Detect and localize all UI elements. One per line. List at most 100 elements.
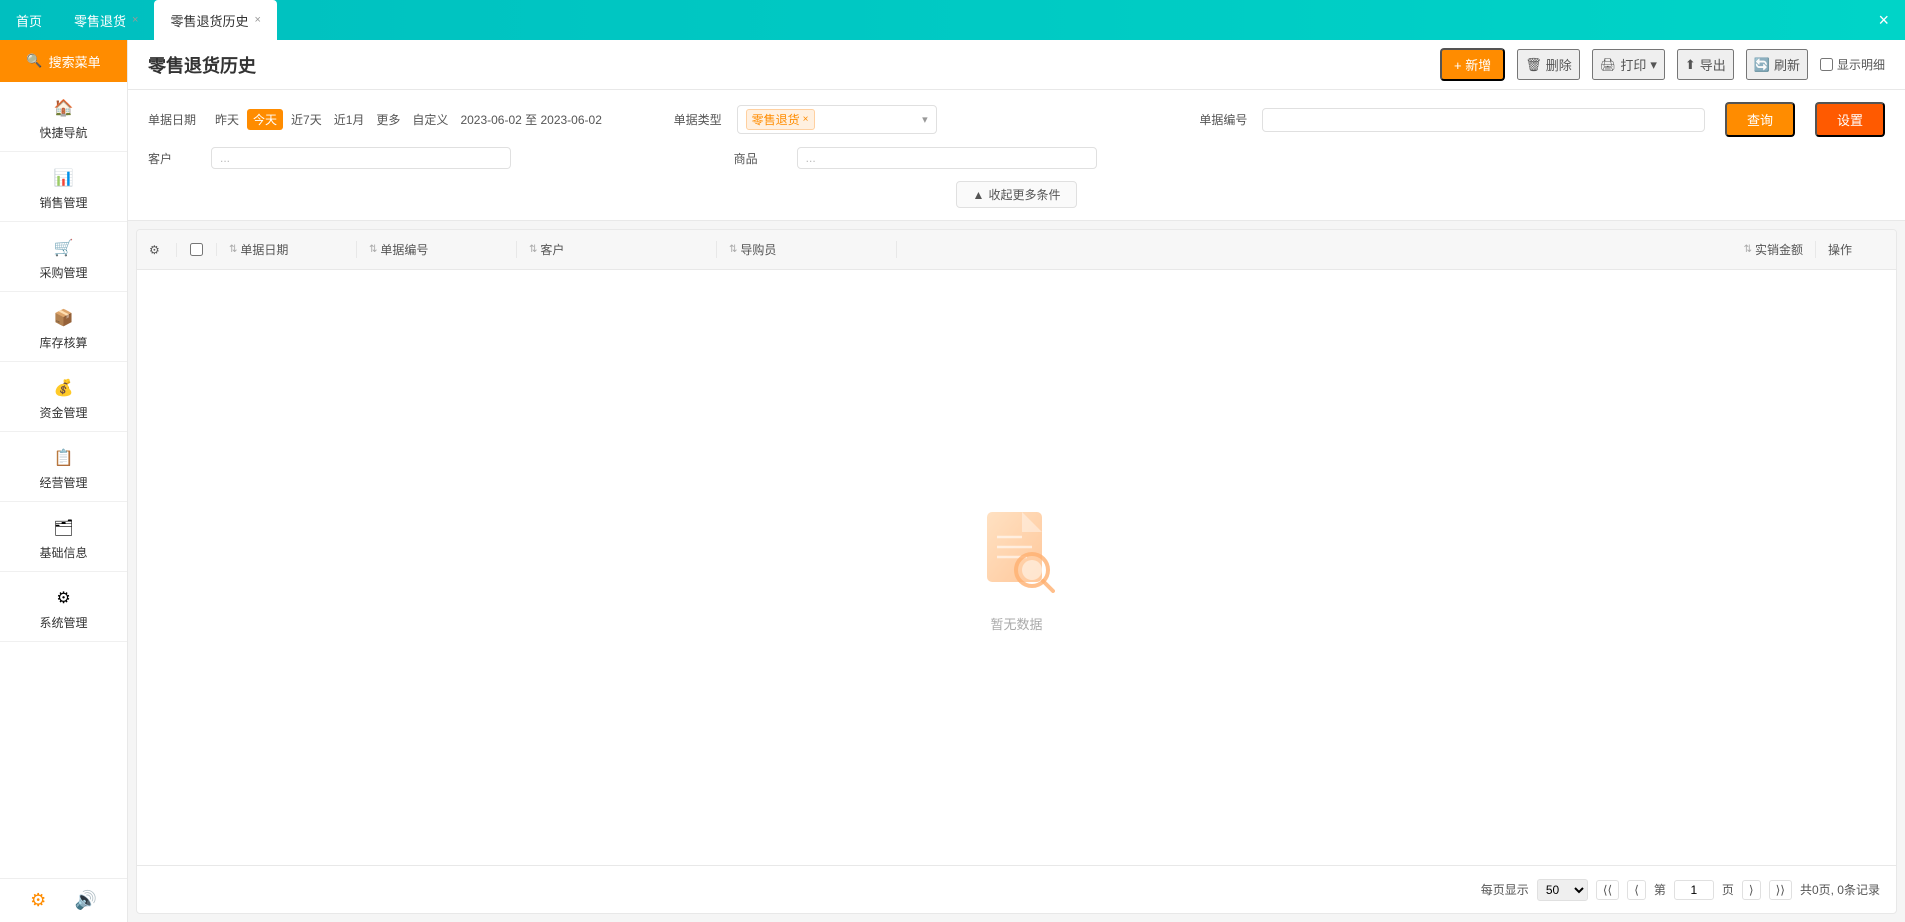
filter-doc-type: 单据类型 零售退货 × ▾	[674, 105, 1180, 134]
th-settings[interactable]: ⚙	[137, 243, 177, 257]
collapse-filter-button[interactable]: ▲ 收起更多条件	[956, 181, 1078, 208]
column-settings-icon[interactable]: ⚙	[149, 243, 160, 257]
filter-customer-select[interactable]: ...	[211, 147, 511, 169]
table-area: ⚙ ⇅ 单据日期 ⇅ 单据编号 ⇅ 客户 ⇅	[136, 229, 1897, 914]
empty-illustration	[967, 502, 1067, 602]
sort-customer-icon[interactable]: ⇅	[529, 244, 537, 255]
query-button[interactable]: 查询	[1725, 102, 1795, 137]
page-title: 零售退货历史	[148, 52, 1440, 78]
filter-doc-no-label: 单据编号	[1199, 111, 1254, 128]
sidebar-item-operations-label: 经营管理	[39, 474, 87, 491]
inventory-icon: 📦	[52, 306, 76, 330]
sidebar-item-inventory[interactable]: 📦 库存核算	[0, 292, 127, 362]
sidebar-bottom: ⚙ 🔊	[0, 878, 127, 922]
filter-goods-select[interactable]: ...	[797, 147, 1097, 169]
date-btn-yesterday[interactable]: 昨天	[211, 109, 243, 130]
delete-icon: 🗑	[1525, 57, 1542, 73]
filter-goods-placeholder: ...	[806, 151, 816, 165]
filter-doc-type-label: 单据类型	[674, 111, 729, 128]
tab-retail-return[interactable]: 零售退货 ×	[58, 0, 154, 40]
sidebar-menu: 🏠 快捷导航 📊 销售管理 🛒 采购管理 📦 库存核算 💰 资金管理 📋	[0, 82, 127, 878]
display-toggle[interactable]: 显示明细	[1820, 56, 1885, 73]
th-guide: ⇅ 导购员	[717, 241, 897, 258]
th-doc-no: ⇅ 单据编号	[357, 241, 517, 258]
page-size-select[interactable]: 50 20 100 200	[1537, 879, 1588, 901]
refresh-button[interactable]: 🔄 刷新	[1746, 49, 1808, 80]
export-icon: ⬆	[1685, 57, 1696, 73]
filter-settings-button[interactable]: 设置	[1815, 102, 1885, 137]
date-btn-custom[interactable]: 自定义	[408, 109, 452, 130]
refresh-label: 刷新	[1774, 55, 1800, 74]
sidebar-item-purchase-mgmt[interactable]: 🛒 采购管理	[0, 222, 127, 292]
sidebar-item-quick-nav[interactable]: 🏠 快捷导航	[0, 82, 127, 152]
th-customer: ⇅ 客户	[517, 241, 717, 258]
page-unit: 页	[1722, 881, 1734, 898]
page-word: 第	[1654, 881, 1666, 898]
display-toggle-label: 显示明细	[1837, 56, 1885, 73]
page-size-label: 每页显示	[1481, 881, 1529, 898]
table-header: ⚙ ⇅ 单据日期 ⇅ 单据编号 ⇅ 客户 ⇅	[137, 230, 1896, 270]
export-button[interactable]: ⬆ 导出	[1677, 49, 1734, 80]
settings-bottom-icon[interactable]: ⚙	[30, 890, 46, 911]
sort-guide-icon[interactable]: ⇅	[729, 244, 737, 255]
tab-retail-return-history[interactable]: 零售退货历史 ×	[154, 0, 276, 40]
export-label: 导出	[1700, 55, 1726, 74]
page-number-input[interactable]	[1674, 880, 1714, 900]
add-button[interactable]: + 新增	[1440, 48, 1505, 81]
top-bar: 首页 零售退货 × 零售退货历史 × ×	[0, 0, 1905, 40]
th-doc-date-label: 单据日期	[240, 241, 288, 258]
filter-doc-type-select[interactable]: 零售退货 × ▾	[737, 105, 937, 134]
sort-doc-date-icon[interactable]: ⇅	[229, 244, 237, 255]
date-btn-more[interactable]: 更多	[372, 109, 404, 130]
sidebar: 🔍 搜索菜单 🏠 快捷导航 📊 销售管理 🛒 采购管理 📦 库存核算 💰	[0, 40, 128, 922]
close-window-icon[interactable]: ×	[1878, 10, 1889, 31]
delete-button[interactable]: 🗑 删除	[1517, 49, 1580, 80]
empty-state: 暂无数据	[967, 502, 1067, 633]
first-page-button[interactable]: ⟨⟨	[1596, 880, 1619, 900]
last-page-button[interactable]: ⟩⟩	[1769, 880, 1792, 900]
tab-retail-return-history-label: 零售退货历史	[170, 11, 248, 30]
next-page-button[interactable]: ⟩	[1742, 880, 1761, 900]
tab-retail-return-history-close[interactable]: ×	[254, 14, 260, 26]
base-info-icon: 🗂	[52, 516, 76, 540]
main-layout: 🔍 搜索菜单 🏠 快捷导航 📊 销售管理 🛒 采购管理 📦 库存核算 💰	[0, 40, 1905, 922]
display-toggle-checkbox[interactable]	[1820, 58, 1833, 71]
tab-home[interactable]: 首页	[0, 0, 58, 40]
filter-tag-close[interactable]: ×	[803, 114, 809, 125]
page-header: 零售退货历史 + 新增 🗑 删除 🖨 打印 ▾ ⬆ 导出 🔄	[128, 40, 1905, 90]
filter-doc-no-input[interactable]	[1262, 108, 1705, 132]
audio-bottom-icon[interactable]: 🔊	[74, 890, 96, 911]
sidebar-item-sales-mgmt[interactable]: 📊 销售管理	[0, 152, 127, 222]
filter-date-label: 单据日期	[148, 111, 203, 128]
sidebar-search[interactable]: 🔍 搜索菜单	[0, 40, 127, 82]
purchase-mgmt-icon: 🛒	[52, 236, 76, 260]
collapse-icon: ▲	[973, 188, 985, 202]
print-icon: 🖨	[1600, 57, 1617, 73]
header-actions: + 新增 🗑 删除 🖨 打印 ▾ ⬆ 导出 🔄 刷新	[1440, 48, 1885, 81]
sort-amount-icon[interactable]: ⇅	[1744, 244, 1752, 255]
filter-tag-label: 零售退货	[752, 111, 800, 128]
sidebar-item-sales-mgmt-label: 销售管理	[39, 194, 87, 211]
filter-goods-label: 商品	[734, 150, 789, 167]
date-btn-1month[interactable]: 近1月	[330, 109, 369, 130]
sort-doc-no-icon[interactable]: ⇅	[369, 244, 377, 255]
filter-goods: 商品 ...	[734, 147, 1300, 169]
select-all-checkbox[interactable]	[190, 243, 203, 256]
filter-customer-label: 客户	[148, 150, 203, 167]
sidebar-item-operations[interactable]: 📋 经营管理	[0, 432, 127, 502]
refresh-icon: 🔄	[1754, 57, 1770, 73]
tab-retail-return-label: 零售退货	[74, 11, 126, 30]
sidebar-item-finance[interactable]: 💰 资金管理	[0, 362, 127, 432]
sidebar-item-system-mgmt[interactable]: ⚙ 系统管理	[0, 572, 127, 642]
date-btn-7days[interactable]: 近7天	[287, 109, 326, 130]
sidebar-item-purchase-mgmt-label: 采购管理	[39, 264, 87, 281]
prev-page-button[interactable]: ⟨	[1627, 880, 1646, 900]
filter-doc-no: 单据编号	[1199, 108, 1705, 132]
sidebar-item-base-info[interactable]: 🗂 基础信息	[0, 502, 127, 572]
print-button[interactable]: 🖨 打印 ▾	[1592, 49, 1665, 80]
sidebar-item-quick-nav-label: 快捷导航	[39, 124, 87, 141]
tab-retail-return-close[interactable]: ×	[132, 14, 138, 26]
filter-area: 单据日期 昨天 今天 近7天 近1月 更多 自定义 2023-06-02 至 2…	[128, 90, 1905, 221]
th-amount-label: 实销金额	[1755, 241, 1803, 258]
date-btn-today[interactable]: 今天	[247, 109, 283, 130]
